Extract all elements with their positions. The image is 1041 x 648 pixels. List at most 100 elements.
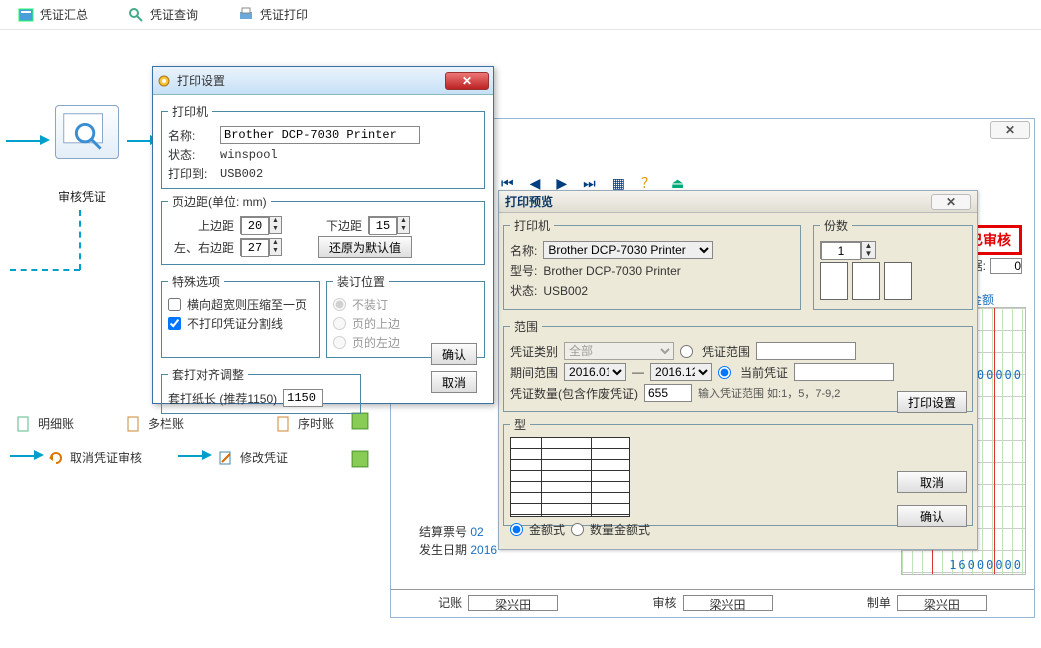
ok-button[interactable]: 确认 — [897, 505, 967, 527]
top-toolbar: 凭证汇总 凭证查询 凭证打印 — [0, 0, 1041, 30]
flow-modify[interactable]: 修改凭证 — [218, 449, 288, 466]
qty-money-format-label: 数量金额式 — [590, 521, 650, 538]
arrow-head-icon — [40, 135, 50, 145]
preview-copies-group: 份数 ▲▼ — [813, 217, 973, 310]
lr-margin-label: 左、右边距 — [168, 239, 234, 256]
shrink-checkbox[interactable] — [168, 298, 181, 311]
qty-money-format-radio[interactable] — [571, 523, 584, 536]
preview-printer-group: 打印机 名称: Brother DCP-7030 Printer 型号:Brot… — [503, 217, 801, 310]
spin-up[interactable]: ▲ — [269, 239, 281, 247]
period-to-select[interactable]: 2016.12 — [650, 363, 712, 381]
bind-none-label: 不装订 — [352, 296, 388, 313]
paper-length-input[interactable] — [283, 389, 323, 407]
exit-icon[interactable]: ⏏ — [671, 175, 684, 192]
status-value: winspool — [220, 148, 278, 162]
current-label: 当前凭证 — [740, 364, 788, 381]
ok-button[interactable]: 确认 — [431, 343, 477, 365]
bind-left-radio — [333, 336, 346, 349]
printer-select[interactable]: Brother DCP-7030 Printer — [543, 241, 713, 259]
close-button[interactable]: ✕ — [445, 72, 489, 90]
next-icon[interactable]: ▶ — [556, 175, 567, 192]
prev-icon[interactable]: ◀ — [530, 175, 541, 192]
calc-icon[interactable]: ▦ — [612, 175, 625, 192]
count-input[interactable] — [644, 384, 692, 402]
print-preview-window: 打印预览 ✕ 打印机 名称: Brother DCP-7030 Printer … — [498, 190, 978, 550]
last-icon[interactable]: ⏭ — [583, 175, 596, 192]
arrow-dashed — [10, 269, 80, 271]
current-voucher-radio[interactable] — [718, 366, 731, 379]
copies-input[interactable] — [821, 242, 861, 260]
bind-left-label: 页的左边 — [352, 334, 400, 351]
spin-down[interactable]: ▼ — [397, 225, 409, 233]
post-name: 梁兴田 — [468, 595, 558, 611]
audit-voucher-icon[interactable] — [55, 105, 119, 159]
cancel-button[interactable]: 取消 — [431, 371, 477, 393]
close-button[interactable]: ✕ — [931, 194, 971, 210]
settings-margin-group: 页边距(单位: mm) 上边距 ▲▼ 下边距 ▲▼ 左、右边距 ▲▼ 还原为默认… — [161, 193, 485, 265]
first-icon[interactable]: ⏮ — [501, 175, 514, 192]
spin-down[interactable]: ▼ — [269, 225, 281, 233]
settings-titlebar: 打印设置 ✕ — [153, 67, 493, 95]
voucher-type-select[interactable]: 全部 — [564, 342, 674, 360]
attachment-count[interactable] — [990, 258, 1022, 274]
restore-defaults-button[interactable]: 还原为默认值 — [318, 236, 412, 258]
no-separator-checkbox[interactable] — [168, 317, 181, 330]
period-label: 期间范围 — [510, 364, 558, 381]
voucher-type-label: 凭证类别 — [510, 343, 558, 360]
money-format-radio[interactable] — [510, 523, 523, 536]
page-icon — [820, 262, 848, 300]
edit-icon — [218, 450, 234, 466]
close-button[interactable]: ✕ — [990, 121, 1030, 139]
flow-label: 明细账 — [38, 415, 74, 432]
make-name: 梁兴田 — [897, 595, 987, 611]
print-settings-button[interactable]: 打印设置 — [897, 391, 967, 413]
bind-top-label: 页的上边 — [352, 315, 400, 332]
printer-legend: 打印机 — [168, 103, 212, 120]
template-thumbnail — [510, 437, 630, 517]
flow-unaudit[interactable]: 取消凭证审核 — [48, 449, 142, 466]
lr-margin-spinner[interactable]: ▲▼ — [240, 238, 282, 256]
spin-down[interactable]: ▼ — [861, 250, 875, 258]
range-hint: 输入凭证范围 如:1，5，7-9,2 — [698, 385, 840, 401]
printer-icon — [238, 7, 254, 23]
toolbar-label: 凭证汇总 — [40, 6, 88, 23]
top-margin-spinner[interactable]: ▲▼ — [240, 216, 282, 234]
toolbar-print[interactable]: 凭证打印 — [238, 6, 308, 23]
printer-name-input[interactable] — [220, 126, 420, 144]
flow-detail[interactable]: 明细账 — [16, 415, 74, 432]
lr-margin-input[interactable] — [241, 239, 269, 257]
period-from-select[interactable]: 2016.01 — [564, 363, 626, 381]
bind-none-radio — [333, 298, 346, 311]
spin-up[interactable]: ▲ — [269, 217, 281, 225]
copies-thumbnail — [820, 262, 966, 300]
scope-legend: 范围 — [510, 318, 542, 335]
top-margin-input[interactable] — [241, 217, 269, 235]
page-icon — [884, 262, 912, 300]
date-label: 发生日期 — [419, 543, 467, 557]
preview-title: 打印预览 — [505, 193, 553, 210]
bottom-margin-input[interactable] — [369, 217, 397, 235]
voucher-range-input[interactable] — [756, 342, 856, 360]
current-voucher-input[interactable] — [794, 363, 894, 381]
toolbar-query[interactable]: 凭证查询 — [128, 6, 198, 23]
voucher-range-radio[interactable] — [680, 345, 693, 358]
settings-printer-group: 打印机 名称: 状态:winspool 打印到:USB002 — [161, 103, 485, 189]
name-label: 名称: — [510, 242, 537, 259]
copies-legend: 份数 — [820, 217, 852, 234]
print-settings-dialog: 打印设置 ✕ 打印机 名称: 状态:winspool 打印到:USB002 页边… — [152, 66, 494, 404]
cancel-button[interactable]: 取消 — [897, 471, 967, 493]
toolbar-summary[interactable]: 凭证汇总 — [18, 6, 88, 23]
copies-spinner[interactable]: ▲▼ — [820, 241, 876, 259]
receipt-no: 02 — [470, 525, 483, 539]
flow-label: 取消凭证审核 — [70, 449, 142, 466]
search-icon — [128, 7, 144, 23]
settings-align-group: 套打对齐调整 套打纸长 (推荐1150) — [161, 366, 361, 414]
bottom-margin-label: 下边距 — [308, 217, 362, 234]
bottom-margin-spinner[interactable]: ▲▼ — [368, 216, 410, 234]
spin-down[interactable]: ▼ — [269, 247, 281, 255]
top-margin-label: 上边距 — [168, 217, 234, 234]
gear-icon — [157, 74, 171, 88]
spin-up[interactable]: ▲ — [397, 217, 409, 225]
bind-top-radio — [333, 317, 346, 330]
printto-value: USB002 — [220, 167, 263, 181]
